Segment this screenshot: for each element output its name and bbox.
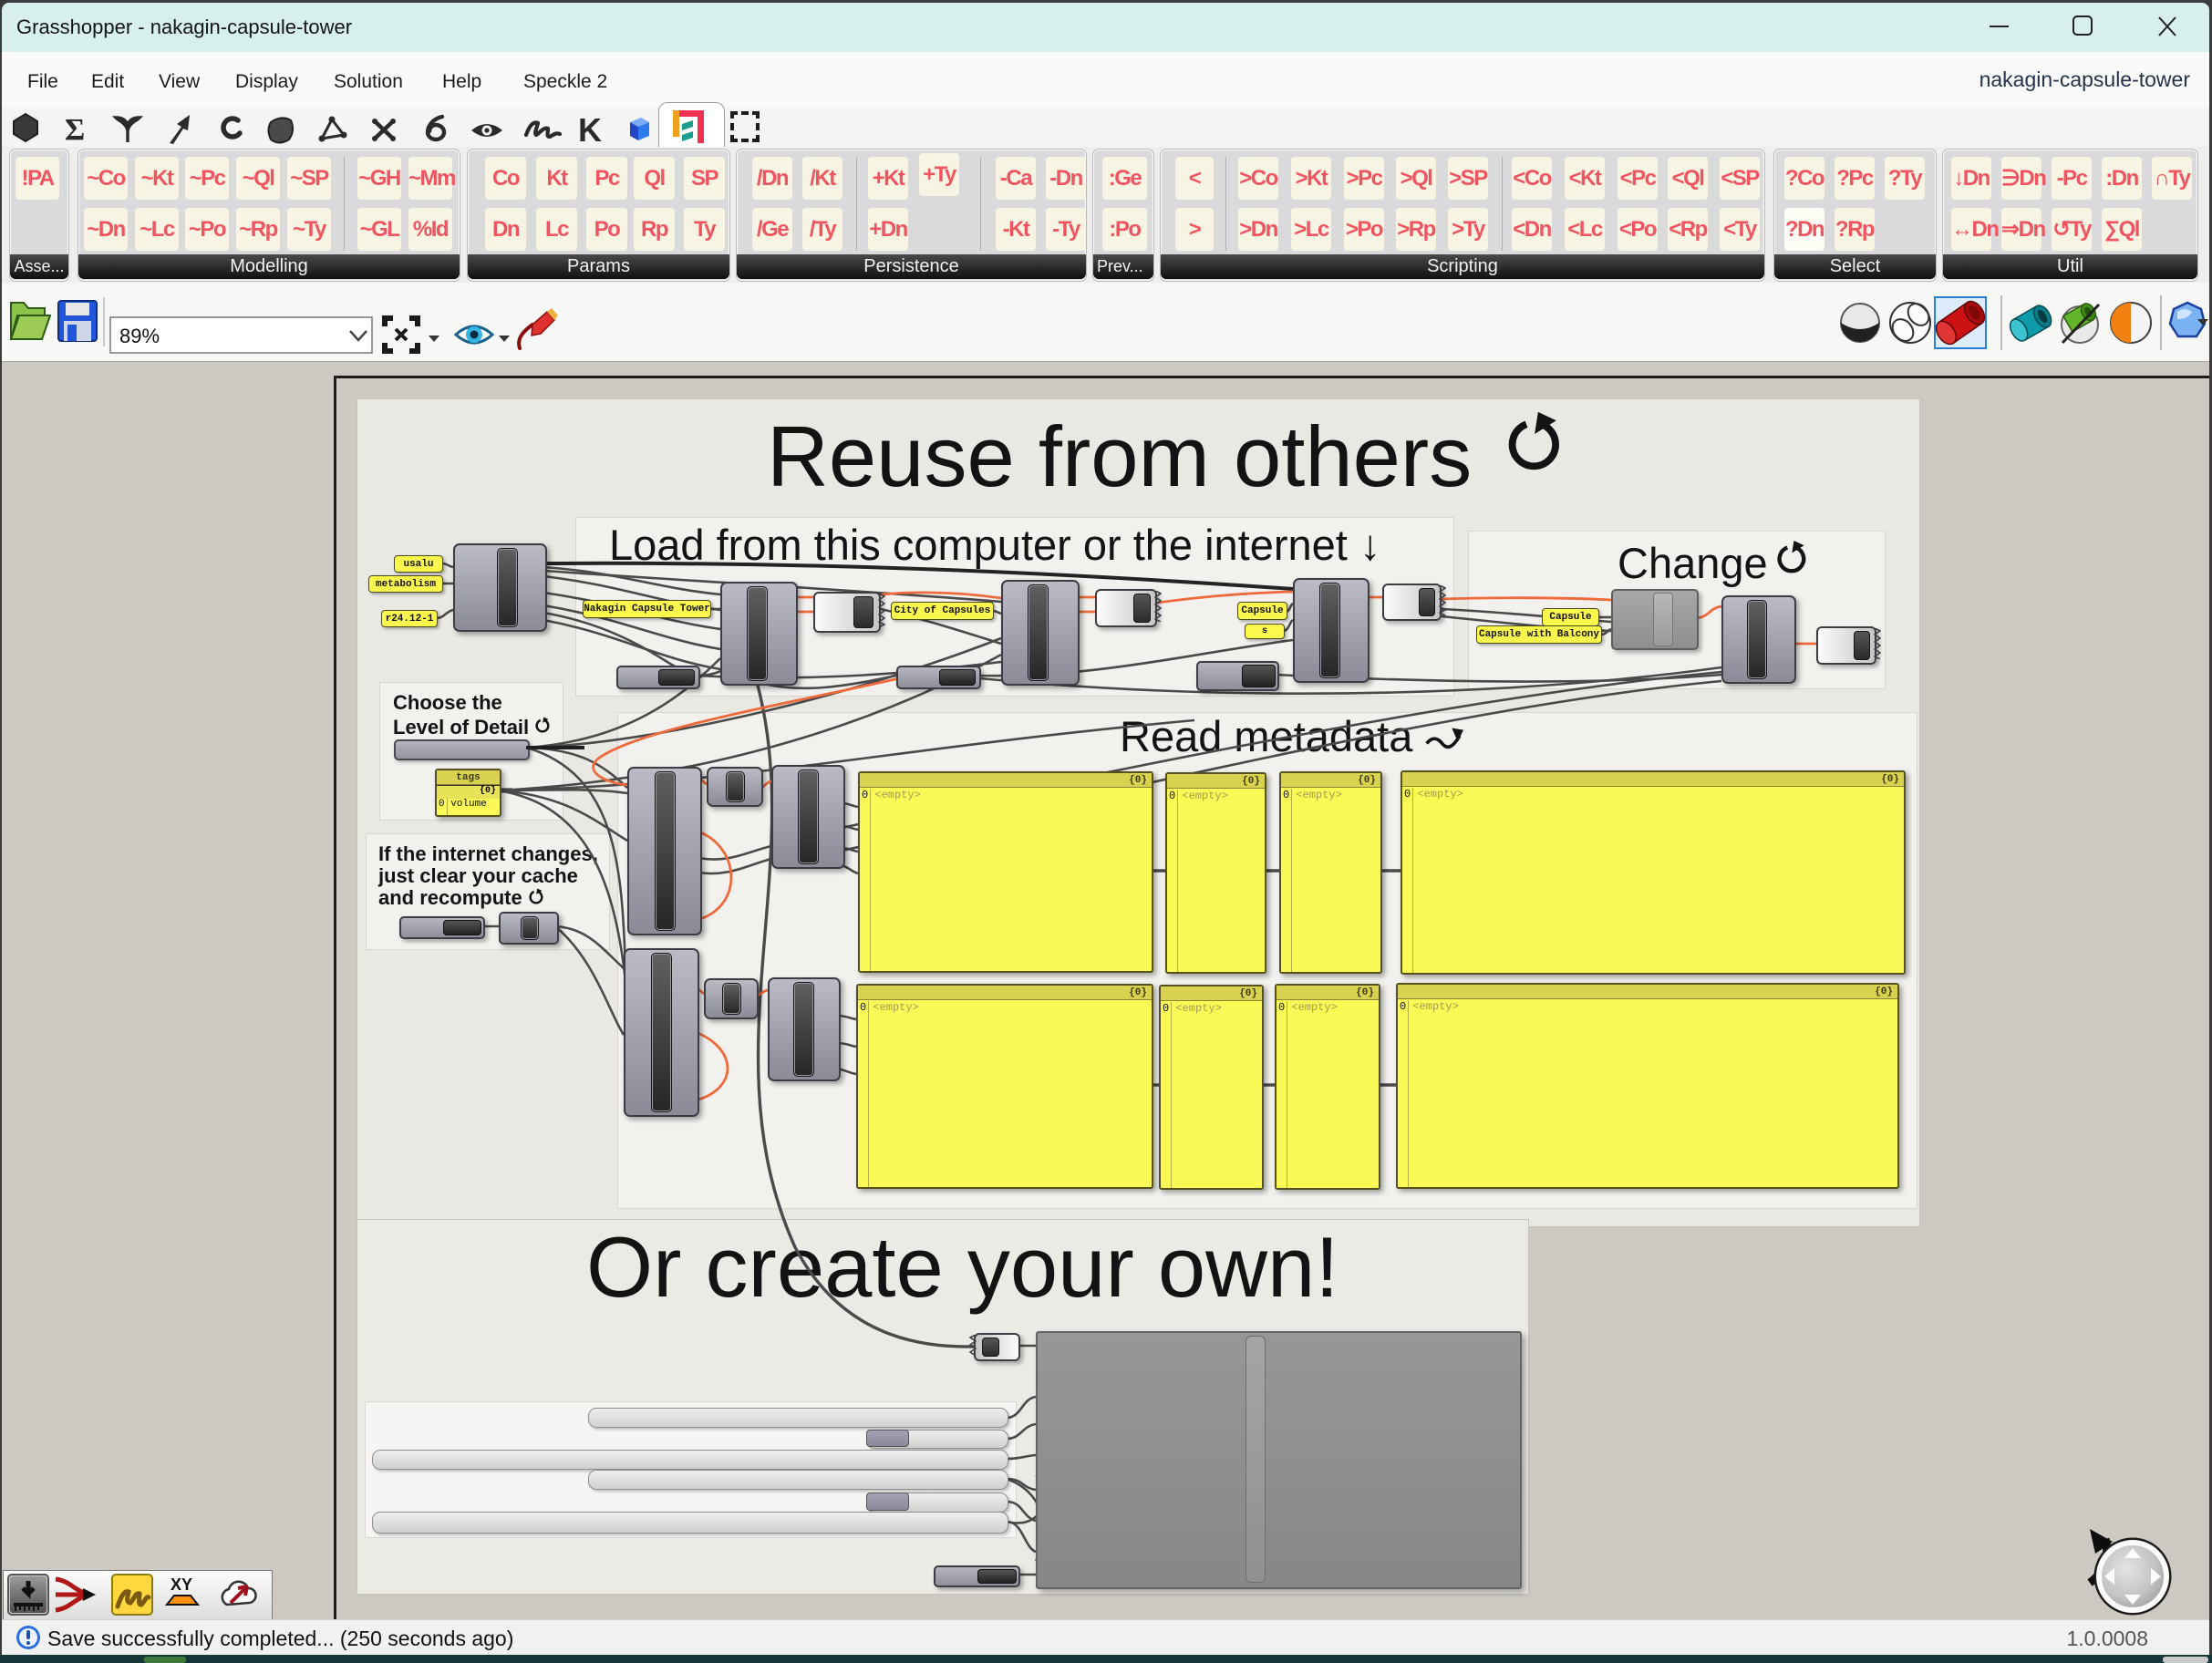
svg-text:XY: XY bbox=[171, 1575, 192, 1594]
